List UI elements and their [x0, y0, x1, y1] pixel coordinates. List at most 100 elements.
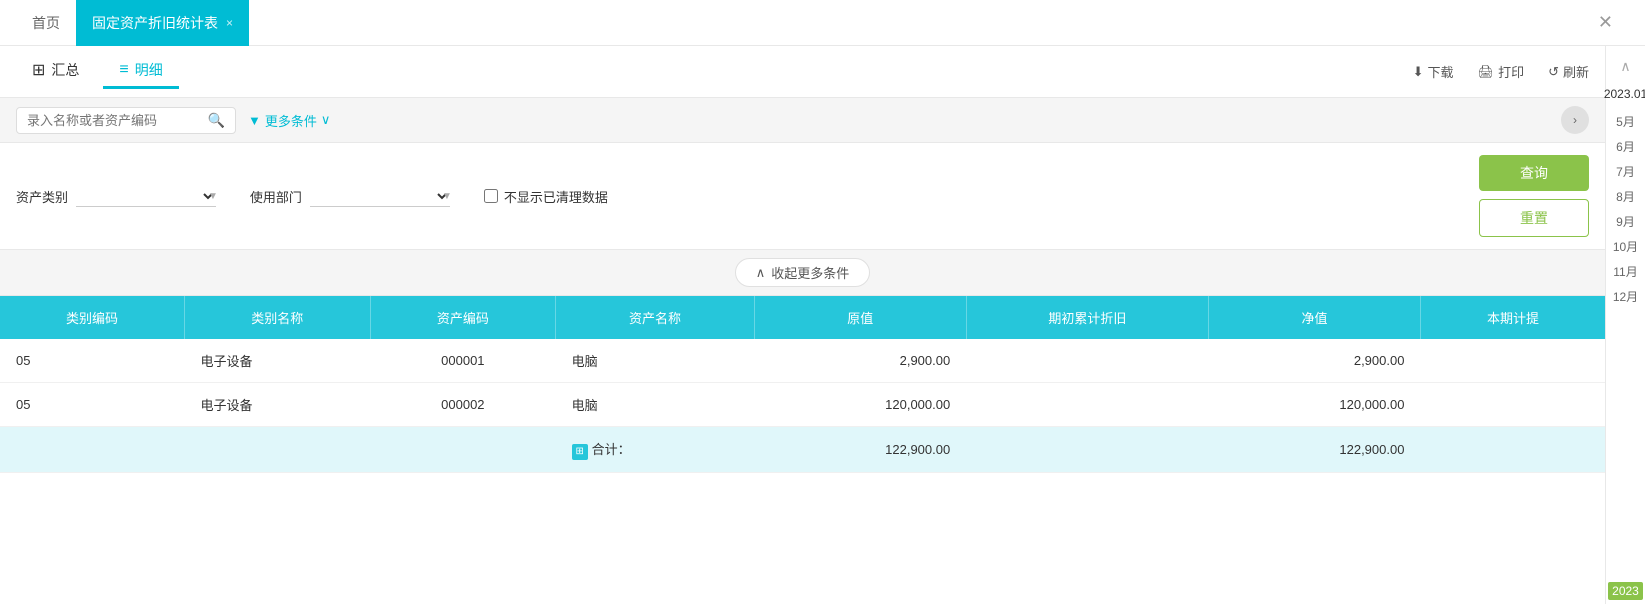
- cell-category-name: 电子设备: [184, 383, 370, 427]
- sidebar-month-item[interactable]: 12月: [1613, 284, 1638, 309]
- hide-cleared-label: 不显示已清理数据: [504, 187, 608, 206]
- table-header-row: 类别编码 类别名称 资产编码 资产名称 原值 期初累计折旧 净值 本期计提: [0, 296, 1605, 339]
- sidebar-month-item[interactable]: 11月: [1613, 259, 1638, 284]
- department-label: 使用部门: [250, 187, 302, 206]
- cell-asset-name: 电脑: [556, 339, 755, 383]
- tab-detail-label: 明细: [135, 60, 163, 80]
- sidebar-month-item[interactable]: 10月: [1613, 234, 1638, 259]
- filter-category: 资产类别 ▼: [16, 185, 218, 207]
- home-nav[interactable]: 首页: [16, 13, 76, 33]
- toolbar-actions: ⬇ 下载 🖨 打印 ↺ 刷新: [1413, 62, 1589, 81]
- cell-current-period: [1420, 383, 1605, 427]
- sidebar-months-list: 5月6月7月8月9月10月11月12月: [1613, 109, 1638, 309]
- search-row-right: ›: [1561, 106, 1589, 134]
- data-table: 类别编码 类别名称 资产编码 资产名称 原值 期初累计折旧 净值 本期计提 05…: [0, 296, 1605, 473]
- detail-icon: ≡: [119, 61, 128, 79]
- cell-current-period: [1420, 339, 1605, 383]
- period-display: 2023.01: [1598, 83, 1645, 105]
- chevron-down-icon: ∨: [321, 112, 331, 128]
- cell-net-value: 2,900.00: [1209, 339, 1421, 383]
- cell-category-code: 05: [0, 383, 184, 427]
- left-panel: ⊞ 汇总 ≡ 明细 ⬇ 下载 🖨 打印 ↺ 刷: [0, 46, 1605, 604]
- search-row: 🔍 ▼ 更多条件 ∨ ›: [0, 98, 1605, 143]
- print-label: 打印: [1498, 62, 1524, 81]
- sidebar-month-item[interactable]: 5月: [1613, 109, 1638, 134]
- tab-detail[interactable]: ≡ 明细: [103, 54, 178, 89]
- download-label: 下载: [1428, 62, 1454, 81]
- cell-original-value: 120,000.00: [754, 383, 966, 427]
- cell-asset-name: 电脑: [556, 383, 755, 427]
- print-button[interactable]: 🖨 打印: [1478, 62, 1525, 81]
- department-dropdown-icon: ▼: [442, 191, 452, 202]
- cell-asset-code: 000001: [370, 339, 556, 383]
- category-label: 资产类别: [16, 187, 68, 206]
- cell-category-name: 电子设备: [184, 339, 370, 383]
- sidebar-month-item[interactable]: 8月: [1613, 184, 1638, 209]
- more-conditions-label: 更多条件: [265, 111, 317, 130]
- window-close-button[interactable]: ✕: [1582, 12, 1629, 33]
- tab-summary-label: 汇总: [51, 60, 79, 80]
- col-header-category-name: 类别名称: [184, 296, 370, 339]
- print-icon: 🖨: [1478, 64, 1495, 80]
- more-conditions-button[interactable]: ▼ 更多条件 ∨: [248, 111, 330, 130]
- col-header-accumulated-dep: 期初累计折旧: [966, 296, 1208, 339]
- reset-button[interactable]: 重置: [1479, 199, 1589, 237]
- search-icon: 🔍: [208, 112, 225, 129]
- tab-summary[interactable]: ⊞ 汇总: [16, 54, 95, 89]
- col-header-asset-code: 资产编码: [370, 296, 556, 339]
- collapse-label: 收起更多条件: [771, 263, 849, 282]
- right-sidebar: ∧ 2023.01 5月6月7月8月9月10月11月12月 2023: [1605, 46, 1645, 604]
- search-input-wrapper[interactable]: 🔍: [16, 107, 236, 134]
- total-accumulated-dep: [966, 427, 1208, 473]
- total-label: ⊞合计：: [556, 427, 755, 473]
- refresh-button[interactable]: ↺ 刷新: [1548, 62, 1589, 81]
- data-table-container: 类别编码 类别名称 资产编码 资产名称 原值 期初累计折旧 净值 本期计提 05…: [0, 296, 1605, 604]
- category-select[interactable]: [76, 185, 216, 207]
- refresh-icon: ↺: [1548, 64, 1559, 80]
- table-row: 05 电子设备 000002 电脑 120,000.00 120,000.00: [0, 383, 1605, 427]
- toolbar-tabs: ⊞ 汇总 ≡ 明细: [16, 54, 179, 89]
- total-original-value: 122,900.00: [754, 427, 966, 473]
- filter-icon: ▼: [248, 113, 261, 128]
- query-button[interactable]: 查询: [1479, 155, 1589, 191]
- sidebar-month-item[interactable]: 7月: [1613, 159, 1638, 184]
- hide-cleared-checkbox[interactable]: [484, 189, 498, 203]
- active-tab[interactable]: 固定资产折旧统计表 ×: [76, 0, 249, 46]
- total-label-cell: [0, 427, 556, 473]
- table-row: 05 电子设备 000001 电脑 2,900.00 2,900.00: [0, 339, 1605, 383]
- total-net-value: 122,900.00: [1209, 427, 1421, 473]
- department-select[interactable]: [310, 185, 450, 207]
- toolbar-row: ⊞ 汇总 ≡ 明细 ⬇ 下载 🖨 打印 ↺ 刷: [0, 46, 1605, 98]
- cell-original-value: 2,900.00: [754, 339, 966, 383]
- close-tab-button[interactable]: ×: [226, 16, 233, 30]
- top-nav-bar: 首页 固定资产折旧统计表 × ✕: [0, 0, 1645, 46]
- tab-label: 固定资产折旧统计表: [92, 13, 218, 33]
- col-header-category-code: 类别编码: [0, 296, 184, 339]
- cell-category-code: 05: [0, 339, 184, 383]
- collapse-conditions-button[interactable]: ∧ 收起更多条件: [735, 258, 871, 287]
- filter-row: 资产类别 ▼ 使用部门 ▼ 不显示已清理数据 查询 重置: [0, 143, 1605, 250]
- col-header-current-period: 本期计提: [1420, 296, 1605, 339]
- sidebar-month-item[interactable]: 6月: [1613, 134, 1638, 159]
- main-content: ⊞ 汇总 ≡ 明细 ⬇ 下载 🖨 打印 ↺ 刷: [0, 46, 1645, 604]
- filter-department: 使用部门 ▼: [250, 185, 452, 207]
- collapse-panel-button[interactable]: ›: [1561, 106, 1589, 134]
- col-header-net-value: 净值: [1209, 296, 1421, 339]
- search-input[interactable]: [27, 113, 200, 128]
- download-button[interactable]: ⬇ 下载: [1413, 62, 1454, 81]
- year-badge: 2023: [1608, 582, 1643, 600]
- sidebar-up-button[interactable]: ∧: [1616, 54, 1634, 79]
- table-total-row: ⊞合计： 122,900.00 122,900.00: [0, 427, 1605, 473]
- sidebar-month-item[interactable]: 9月: [1613, 209, 1638, 234]
- hide-cleared-checkbox-item[interactable]: 不显示已清理数据: [484, 187, 608, 206]
- table-body: 05 电子设备 000001 电脑 2,900.00 2,900.00 05 电…: [0, 339, 1605, 472]
- refresh-label: 刷新: [1563, 62, 1589, 81]
- filter-buttons: 查询 重置: [1479, 155, 1589, 237]
- total-current-period: [1420, 427, 1605, 473]
- cell-asset-code: 000002: [370, 383, 556, 427]
- collapse-row: ∧ 收起更多条件: [0, 250, 1605, 296]
- collapse-up-icon: ∧: [756, 265, 766, 281]
- summary-icon: ⊞: [32, 60, 45, 80]
- cell-accumulated-dep: [966, 339, 1208, 383]
- cell-accumulated-dep: [966, 383, 1208, 427]
